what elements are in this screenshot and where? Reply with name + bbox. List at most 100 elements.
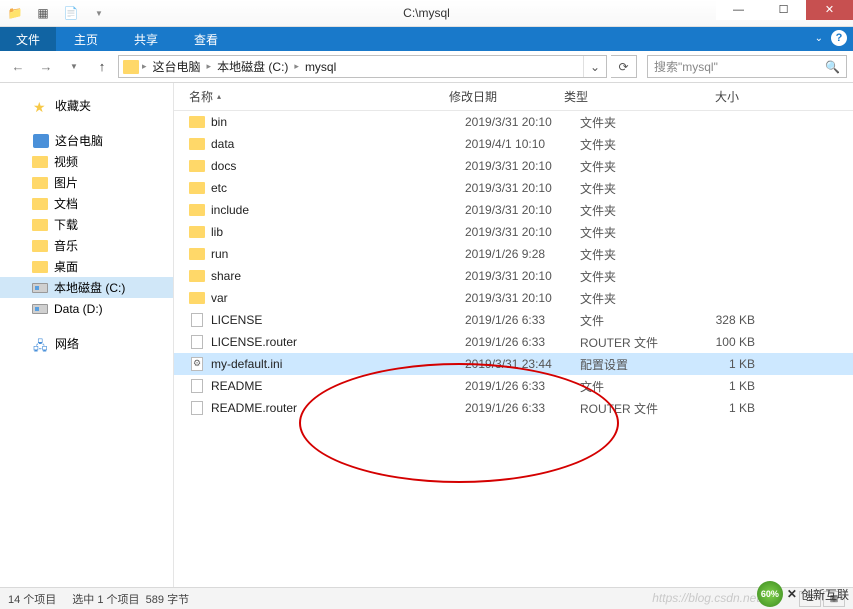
file-type: 文件夹 (580, 202, 695, 219)
minimize-button[interactable]: — (716, 0, 761, 20)
drive-icon (32, 304, 48, 314)
file-list[interactable]: bin2019/3/31 20:10文件夹data2019/4/1 10:10文… (174, 111, 853, 419)
file-row[interactable]: README.router2019/1/26 6:33ROUTER 文件1 KB (174, 397, 853, 419)
folder-icon (189, 291, 205, 305)
sidebar-favorites-label: 收藏夹 (55, 97, 91, 114)
file-row[interactable]: data2019/4/1 10:10文件夹 (174, 133, 853, 155)
file-row[interactable]: my-default.ini2019/3/31 23:44配置设置1 KB (174, 353, 853, 375)
sidebar-thispc-label: 这台电脑 (55, 132, 103, 149)
sidebar-item-label: 视频 (54, 153, 78, 170)
crumb-sep-icon[interactable]: ▸ (142, 61, 147, 72)
col-header-name[interactable]: 名称 ▴ (189, 88, 449, 105)
file-name: my-default.ini (211, 357, 465, 371)
file-date: 2019/3/31 20:10 (465, 203, 580, 217)
nav-up-button[interactable]: ↑ (90, 55, 114, 79)
nav-back-button[interactable]: ← (6, 55, 30, 79)
col-header-type[interactable]: 类型 (564, 88, 679, 105)
file-type: 文件夹 (580, 268, 695, 285)
file-date: 2019/1/26 6:33 (465, 379, 580, 393)
file-date: 2019/3/31 20:10 (465, 159, 580, 173)
folder-icon (32, 198, 48, 210)
file-type: ROUTER 文件 (580, 400, 695, 417)
sidebar-network[interactable]: 🖧 网络 (0, 333, 173, 354)
file-row[interactable]: lib2019/3/31 20:10文件夹 (174, 221, 853, 243)
qat-dropdown-icon[interactable]: ▼ (88, 2, 110, 24)
folder-icon (189, 159, 205, 173)
address-bar[interactable]: ▸ 这台电脑 ▸ 本地磁盘 (C:) ▸ mysql ⌄ (118, 55, 607, 78)
crumb-mysql[interactable]: mysql (302, 60, 339, 74)
ribbon-expand-icon[interactable]: ⌄ (815, 33, 823, 44)
tab-file[interactable]: 文件 (0, 27, 56, 51)
sidebar-thispc[interactable]: 这台电脑 (0, 130, 173, 151)
file-row[interactable]: include2019/3/31 20:10文件夹 (174, 199, 853, 221)
file-row[interactable]: share2019/3/31 20:10文件夹 (174, 265, 853, 287)
file-size: 1 KB (695, 379, 765, 393)
help-icon[interactable]: ? (831, 30, 847, 46)
folder-icon (189, 247, 205, 261)
sidebar-item-drive-d[interactable]: Data (D:) (0, 298, 173, 319)
folder-icon (189, 137, 205, 151)
address-dropdown-icon[interactable]: ⌄ (583, 56, 606, 77)
crumb-drive-c[interactable]: 本地磁盘 (C:) (214, 58, 291, 75)
view-icons-button[interactable]: ▦ (823, 591, 845, 607)
file-icon (189, 401, 205, 415)
sidebar-item-label: 音乐 (54, 237, 78, 254)
sidebar-item-downloads[interactable]: 下载 (0, 214, 173, 235)
file-row[interactable]: bin2019/3/31 20:10文件夹 (174, 111, 853, 133)
file-type: 文件 (580, 378, 695, 395)
file-type: 文件夹 (580, 114, 695, 131)
file-name: bin (211, 115, 465, 129)
sidebar-item-videos[interactable]: 视频 (0, 151, 173, 172)
tab-view[interactable]: 查看 (176, 27, 236, 51)
ini-file-icon (189, 357, 205, 371)
sidebar: ★ 收藏夹 这台电脑 视频 图片 文档 下载 音乐 桌面 本地磁盘 (C:) D… (0, 83, 174, 587)
view-details-button[interactable]: ☰ (799, 591, 821, 607)
sidebar-favorites[interactable]: ★ 收藏夹 (0, 95, 173, 116)
file-date: 2019/1/26 6:33 (465, 313, 580, 327)
refresh-button[interactable]: ⟳ (611, 55, 637, 78)
folder-icon (189, 115, 205, 129)
sidebar-item-documents[interactable]: 文档 (0, 193, 173, 214)
crumb-sep-icon[interactable]: ▸ (294, 61, 299, 72)
crumb-sep-icon[interactable]: ▸ (207, 61, 212, 72)
file-type: 文件 (580, 312, 695, 329)
crumb-thispc[interactable]: 这台电脑 (150, 58, 204, 75)
file-row[interactable]: var2019/3/31 20:10文件夹 (174, 287, 853, 309)
nav-recent-dropdown[interactable]: ▼ (62, 55, 86, 79)
titlebar: 📁 ▦ 📄 ▼ C:\mysql — ☐ ✕ (0, 0, 853, 27)
close-button[interactable]: ✕ (806, 0, 853, 20)
star-icon: ★ (33, 99, 49, 113)
search-icon: 🔍 (825, 60, 840, 74)
tab-share[interactable]: 共享 (116, 27, 176, 51)
ribbon: 文件 主页 共享 查看 ⌄ ? (0, 27, 853, 51)
file-name: LICENSE (211, 313, 465, 327)
file-row[interactable]: run2019/1/26 9:28文件夹 (174, 243, 853, 265)
file-row[interactable]: docs2019/3/31 20:10文件夹 (174, 155, 853, 177)
file-row[interactable]: etc2019/3/31 20:10文件夹 (174, 177, 853, 199)
folder-icon (189, 203, 205, 217)
search-input[interactable]: 搜索"mysql" 🔍 (647, 55, 847, 78)
file-name: docs (211, 159, 465, 173)
sidebar-item-label: 下载 (54, 216, 78, 233)
file-date: 2019/3/31 20:10 (465, 115, 580, 129)
qat-newfolder-icon[interactable]: 📄 (60, 2, 82, 24)
file-row[interactable]: LICENSE2019/1/26 6:33文件328 KB (174, 309, 853, 331)
file-type: 文件夹 (580, 246, 695, 263)
maximize-button[interactable]: ☐ (761, 0, 806, 20)
tab-home[interactable]: 主页 (56, 27, 116, 51)
col-header-size[interactable]: 大小 (679, 88, 749, 105)
file-name: include (211, 203, 465, 217)
qat-properties-icon[interactable]: ▦ (32, 2, 54, 24)
sidebar-item-label: 本地磁盘 (C:) (54, 279, 125, 296)
computer-icon (33, 134, 49, 148)
sidebar-item-drive-c[interactable]: 本地磁盘 (C:) (0, 277, 173, 298)
sidebar-item-pictures[interactable]: 图片 (0, 172, 173, 193)
file-type: 文件夹 (580, 224, 695, 241)
file-row[interactable]: LICENSE.router2019/1/26 6:33ROUTER 文件100… (174, 331, 853, 353)
sidebar-item-music[interactable]: 音乐 (0, 235, 173, 256)
col-header-date[interactable]: 修改日期 (449, 88, 564, 105)
sidebar-item-desktop[interactable]: 桌面 (0, 256, 173, 277)
file-date: 2019/3/31 20:10 (465, 181, 580, 195)
file-row[interactable]: README2019/1/26 6:33文件1 KB (174, 375, 853, 397)
file-date: 2019/1/26 9:28 (465, 247, 580, 261)
